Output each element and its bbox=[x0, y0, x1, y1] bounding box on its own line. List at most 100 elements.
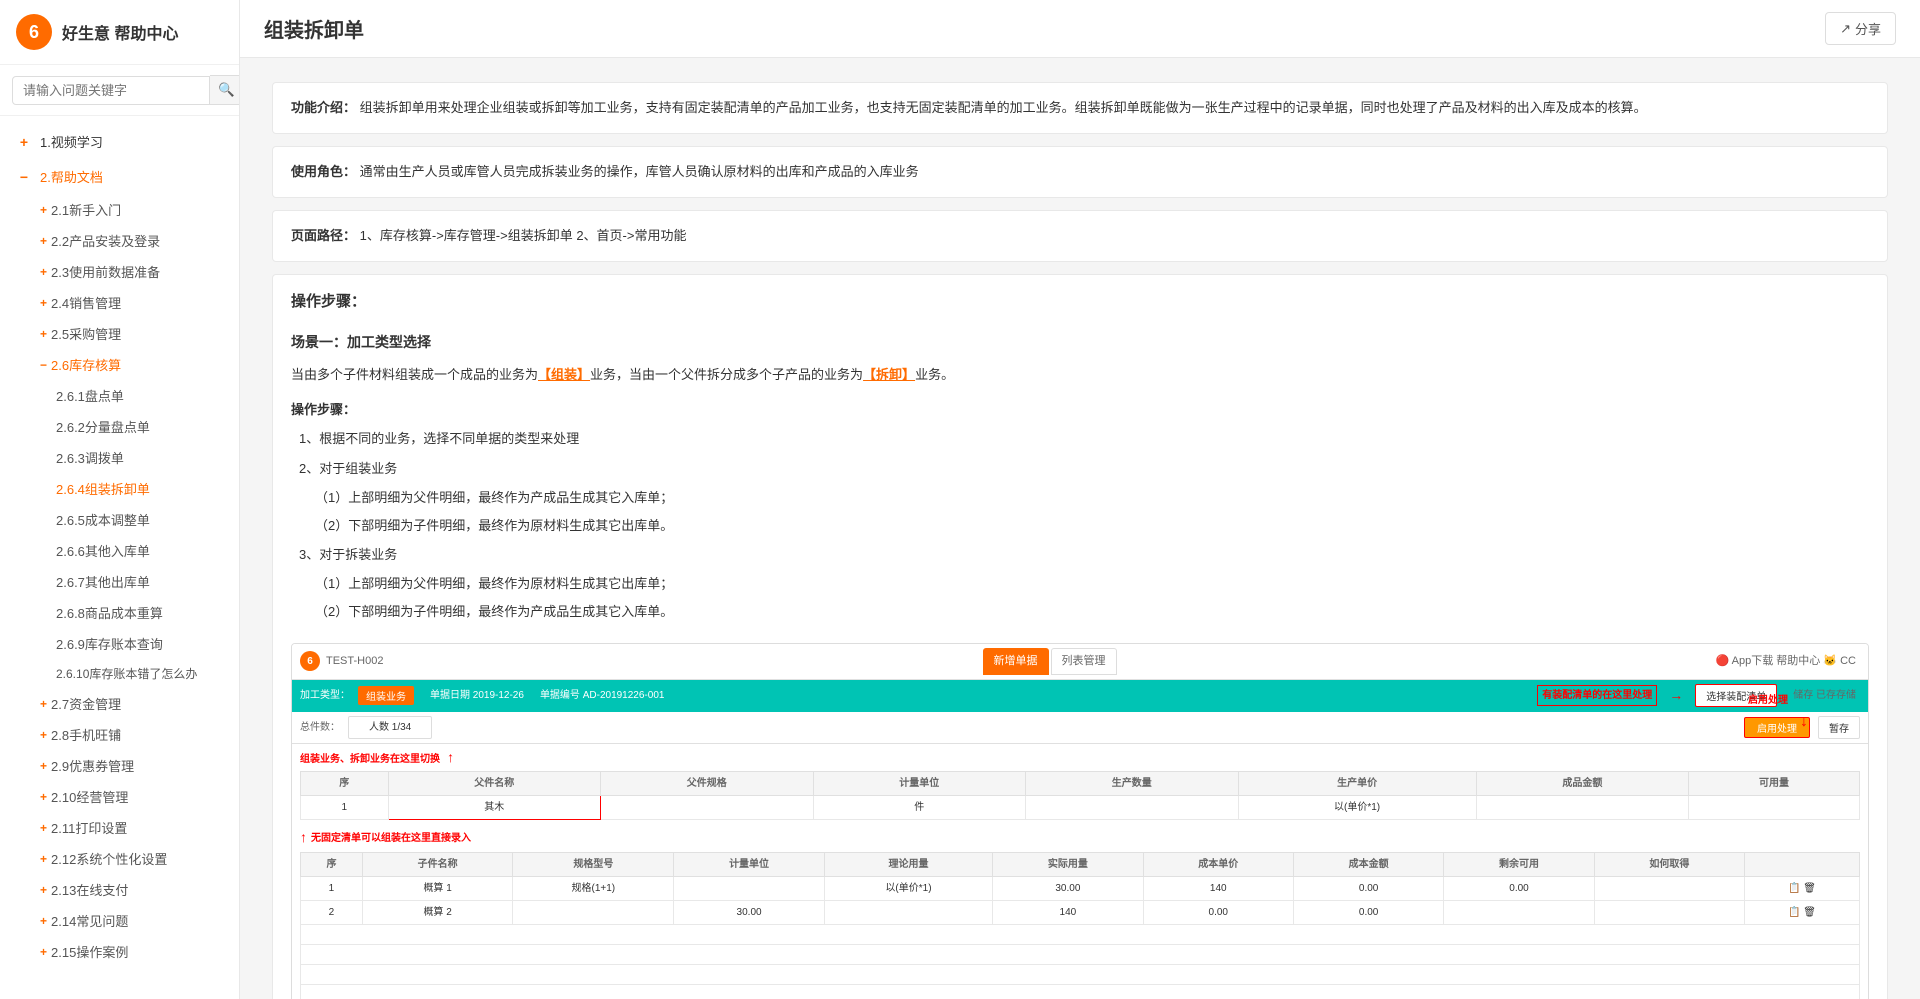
sidebar: 6 好生意 帮助中心 🔍 + 1.视频学习 − 2.帮助文档 + 2.1新手入门… bbox=[0, 0, 240, 999]
annotation-text-4: 无固定清单可以组装在这里直接录入 bbox=[311, 830, 471, 847]
sidebar-nav: + 1.视频学习 − 2.帮助文档 + 2.1新手入门 + 2.2产品安装及登录… bbox=[0, 116, 239, 999]
sidebar-header: 6 好生意 帮助中心 bbox=[0, 0, 239, 65]
sidebar-item-docs[interactable]: − 2.帮助文档 bbox=[0, 159, 239, 194]
sidebar-item-ops[interactable]: + 2.10经营管理 bbox=[0, 781, 239, 812]
role-text: 通常由生产人员或库管人员完成拆装业务的操作，库管人员确认原材料的出库和产成品的入… bbox=[360, 164, 919, 179]
app-top-bar: 6 TEST-H002 新增单据 列表管理 🔴 App下载 帮 bbox=[292, 644, 1868, 680]
sidebar-item-inventory[interactable]: − 2.6库存核算 bbox=[0, 349, 239, 380]
sidebar-item-newcomer[interactable]: + 2.1新手入门 bbox=[0, 194, 239, 225]
col-unit-price: 生产单价 bbox=[1238, 772, 1476, 796]
sidebar-item-other-out[interactable]: 2.6.7其他出库单 bbox=[0, 566, 239, 597]
col-available: 可用量 bbox=[1689, 772, 1860, 796]
sidebar-item-assembly[interactable]: 2.6.4组装拆卸单 bbox=[0, 473, 239, 504]
sidebar-item-faq[interactable]: + 2.14常见问题 bbox=[0, 905, 239, 936]
step1: 1、根据不同的业务，选择不同单据的类型来处理 bbox=[291, 427, 1869, 450]
share-button[interactable]: ↗ 分享 bbox=[1825, 12, 1896, 45]
arrow-icon-1: → bbox=[1669, 684, 1683, 708]
annotation-row-4: ↑ 无固定清单可以组装在这里直接录入 bbox=[292, 824, 1868, 852]
sidebar-item-cost-adjust[interactable]: 2.6.5成本调整单 bbox=[0, 504, 239, 535]
path-box: 页面路径： 1、库存核算->库存管理->组装拆卸单 2、首页->常用功能 bbox=[272, 210, 1888, 262]
sidebar-item-personalize[interactable]: + 2.12系统个性化设置 bbox=[0, 843, 239, 874]
scene1-desc: 当由多个子件材料组装成一个成品的业务为【组装】业务，当由一个父件拆分成多个子产品… bbox=[291, 363, 1869, 386]
annotation-row-2: 组装业务、拆卸业务在这里切换 ↑ bbox=[292, 744, 1868, 772]
step2-sub2: （2）下部明细为子件明细，最终作为原材料生成其它出库单。 bbox=[291, 514, 1869, 537]
minus-icon: − bbox=[16, 169, 32, 185]
col-parent-spec: 父件规格 bbox=[601, 772, 814, 796]
intro-box: 功能介绍： 组装拆卸单用来处理企业组装或拆卸等加工业务，支持有固定装配清单的产品… bbox=[272, 82, 1888, 134]
teal-order-label: 单据编号 AD-20191226-001 bbox=[540, 687, 665, 704]
app-tab-list[interactable]: 列表管理 bbox=[1051, 648, 1117, 675]
top-table-wrapper: 序 父件名称 父件规格 计量单位 生产数量 生产单价 成品金额 可用量 bbox=[292, 771, 1868, 824]
role-label: 使用角色： bbox=[291, 164, 356, 179]
temp-save-btn[interactable]: 暂存 bbox=[1818, 716, 1860, 739]
sidebar-item-payment[interactable]: + 2.13在线支付 bbox=[0, 874, 239, 905]
app-title: 好生意 帮助中心 bbox=[62, 20, 178, 44]
sidebar-item-other-in[interactable]: 2.6.6其他入库单 bbox=[0, 535, 239, 566]
app-icons-bar: 🔴 App下载 帮助中心 🐱 CC bbox=[1716, 652, 1856, 671]
sidebar-item-purchase[interactable]: + 2.5采购管理 bbox=[0, 318, 239, 349]
app-mockup: 6 TEST-H002 新增单据 列表管理 🔴 App下载 帮 bbox=[292, 644, 1868, 999]
col-produce-qty: 生产数量 bbox=[1026, 772, 1239, 796]
app-id: TEST-H002 bbox=[326, 652, 383, 671]
table-row-empty bbox=[301, 965, 1860, 985]
sidebar-item-ledger-error[interactable]: 2.6.10库存账本错了怎么办 bbox=[0, 659, 239, 688]
plus-icon-sm: + bbox=[40, 203, 47, 217]
table-row: 1 概算 1 规格(1+1) 以(单价*1) 30.00 140 0.00 0.… bbox=[301, 877, 1860, 901]
search-button[interactable]: 🔍 bbox=[210, 75, 240, 105]
app-tabs: 新增单据 列表管理 bbox=[983, 648, 1117, 675]
table-row: 2 概算 2 30.00 140 0.00 0.00 bbox=[301, 901, 1860, 925]
sidebar-item-coupon[interactable]: + 2.9优惠券管理 bbox=[0, 750, 239, 781]
annotation-text-2: 组装业务、拆卸业务在这里切换 bbox=[300, 754, 440, 765]
sidebar-item-cases[interactable]: + 2.15操作案例 bbox=[0, 936, 239, 967]
sidebar-item-adjust[interactable]: 2.6.3调拨单 bbox=[0, 442, 239, 473]
form-qty-input[interactable]: 人数 1/34 bbox=[348, 716, 432, 739]
arrow-icon-3: ↓ bbox=[1800, 708, 1808, 735]
role-box: 使用角色： 通常由生产人员或库管人员完成拆装业务的操作，库管人员确认原材料的出库… bbox=[272, 146, 1888, 198]
table-row: 1 其木 件 以(单价*1) bbox=[301, 796, 1860, 820]
path-label: 页面路径： bbox=[291, 228, 356, 243]
bottom-table: 序 子件名称 规格型号 计量单位 理论用量 实际用量 成本单价 成本金额 剩余可… bbox=[300, 852, 1860, 999]
col-product-amount: 成品金额 bbox=[1476, 772, 1689, 796]
sidebar-item-sub-stock[interactable]: 2.6.2分量盘点单 bbox=[0, 411, 239, 442]
scene1-title: 场景一：加工类型选择 bbox=[291, 331, 1869, 355]
step3-sub1: （1）上部明细为父件明细，最终作为原材料生成其它出库单； bbox=[291, 572, 1869, 595]
intro-label: 功能介绍： bbox=[291, 100, 356, 115]
sidebar-item-sales[interactable]: + 2.4销售管理 bbox=[0, 287, 239, 318]
main-header: 组装拆卸单 ↗ 分享 bbox=[240, 0, 1920, 58]
teal-save-area: 储存 已存存储 bbox=[1793, 687, 1856, 704]
sidebar-item-dataprep[interactable]: + 2.3使用前数据准备 bbox=[0, 256, 239, 287]
intro-text: 组装拆卸单用来处理企业组装或拆卸等加工业务，支持有固定装配清单的产品加工业务，也… bbox=[360, 100, 1647, 115]
logo-icon: 6 bbox=[16, 14, 52, 50]
steps-box: 操作步骤： 场景一：加工类型选择 当由多个子件材料组装成一个成品的业务为【组装】… bbox=[272, 274, 1888, 999]
annotation-text-3: 启用处理 bbox=[1748, 692, 1788, 709]
sidebar-item-mobile[interactable]: + 2.8手机旺铺 bbox=[0, 719, 239, 750]
sidebar-item-cost-calc[interactable]: 2.6.8商品成本重算 bbox=[0, 597, 239, 628]
annotation-text-1: 有装配清单的在这里处理 bbox=[1537, 685, 1657, 706]
arrow-icon-4: ↑ bbox=[300, 826, 307, 850]
screenshot-container: 6 TEST-H002 新增单据 列表管理 🔴 App下载 帮 bbox=[291, 643, 1869, 999]
teal-header: 加工类型： 组装业务 单据日期 2019-12-26 单据编号 AD-20191… bbox=[292, 680, 1868, 712]
col-unit: 计量单位 bbox=[813, 772, 1026, 796]
step3-sub2: （2）下部明细为子件明细，最终作为产成品生成其它入库单。 bbox=[291, 600, 1869, 623]
sidebar-item-finance[interactable]: + 2.7资金管理 bbox=[0, 688, 239, 719]
sidebar-item-ledger-check[interactable]: 2.6.9库存账本查询 bbox=[0, 628, 239, 659]
sidebar-item-print[interactable]: + 2.11打印设置 bbox=[0, 812, 239, 843]
step2: 2、对于组装业务 bbox=[291, 457, 1869, 480]
app-tab-new[interactable]: 新增单据 bbox=[983, 648, 1049, 675]
steps-title: 操作步骤： bbox=[291, 289, 1869, 315]
path-text: 1、库存核算->库存管理->组装拆卸单 2、首页->常用功能 bbox=[360, 228, 687, 243]
plus-icon: + bbox=[16, 134, 32, 150]
search-input[interactable] bbox=[12, 76, 210, 105]
bottom-table-wrapper: 序 子件名称 规格型号 计量单位 理论用量 实际用量 成本单价 成本金额 剩余可… bbox=[292, 852, 1868, 999]
table-row-empty bbox=[301, 925, 1860, 945]
col-parent-name: 父件名称 bbox=[388, 772, 601, 796]
main-panel: 组装拆卸单 ↗ 分享 功能介绍： 组装拆卸单用来处理企业组装或拆卸等加工业务，支… bbox=[240, 0, 1920, 999]
sidebar-item-install[interactable]: + 2.2产品安装及登录 bbox=[0, 225, 239, 256]
form-row: 总件数： 人数 1/34 启用处理 ↓ 启用处理 暂存 bbox=[292, 712, 1868, 744]
sidebar-item-video[interactable]: + 1.视频学习 bbox=[0, 124, 239, 159]
page-title: 组装拆卸单 bbox=[264, 14, 364, 43]
sidebar-item-stock-count[interactable]: 2.6.1盘点单 bbox=[0, 380, 239, 411]
app-logo-small: 6 bbox=[300, 651, 320, 671]
main-content: 功能介绍： 组装拆卸单用来处理企业组装或拆卸等加工业务，支持有固定装配清单的产品… bbox=[240, 58, 1920, 999]
assembly-type-btn[interactable]: 组装业务 bbox=[358, 686, 414, 705]
